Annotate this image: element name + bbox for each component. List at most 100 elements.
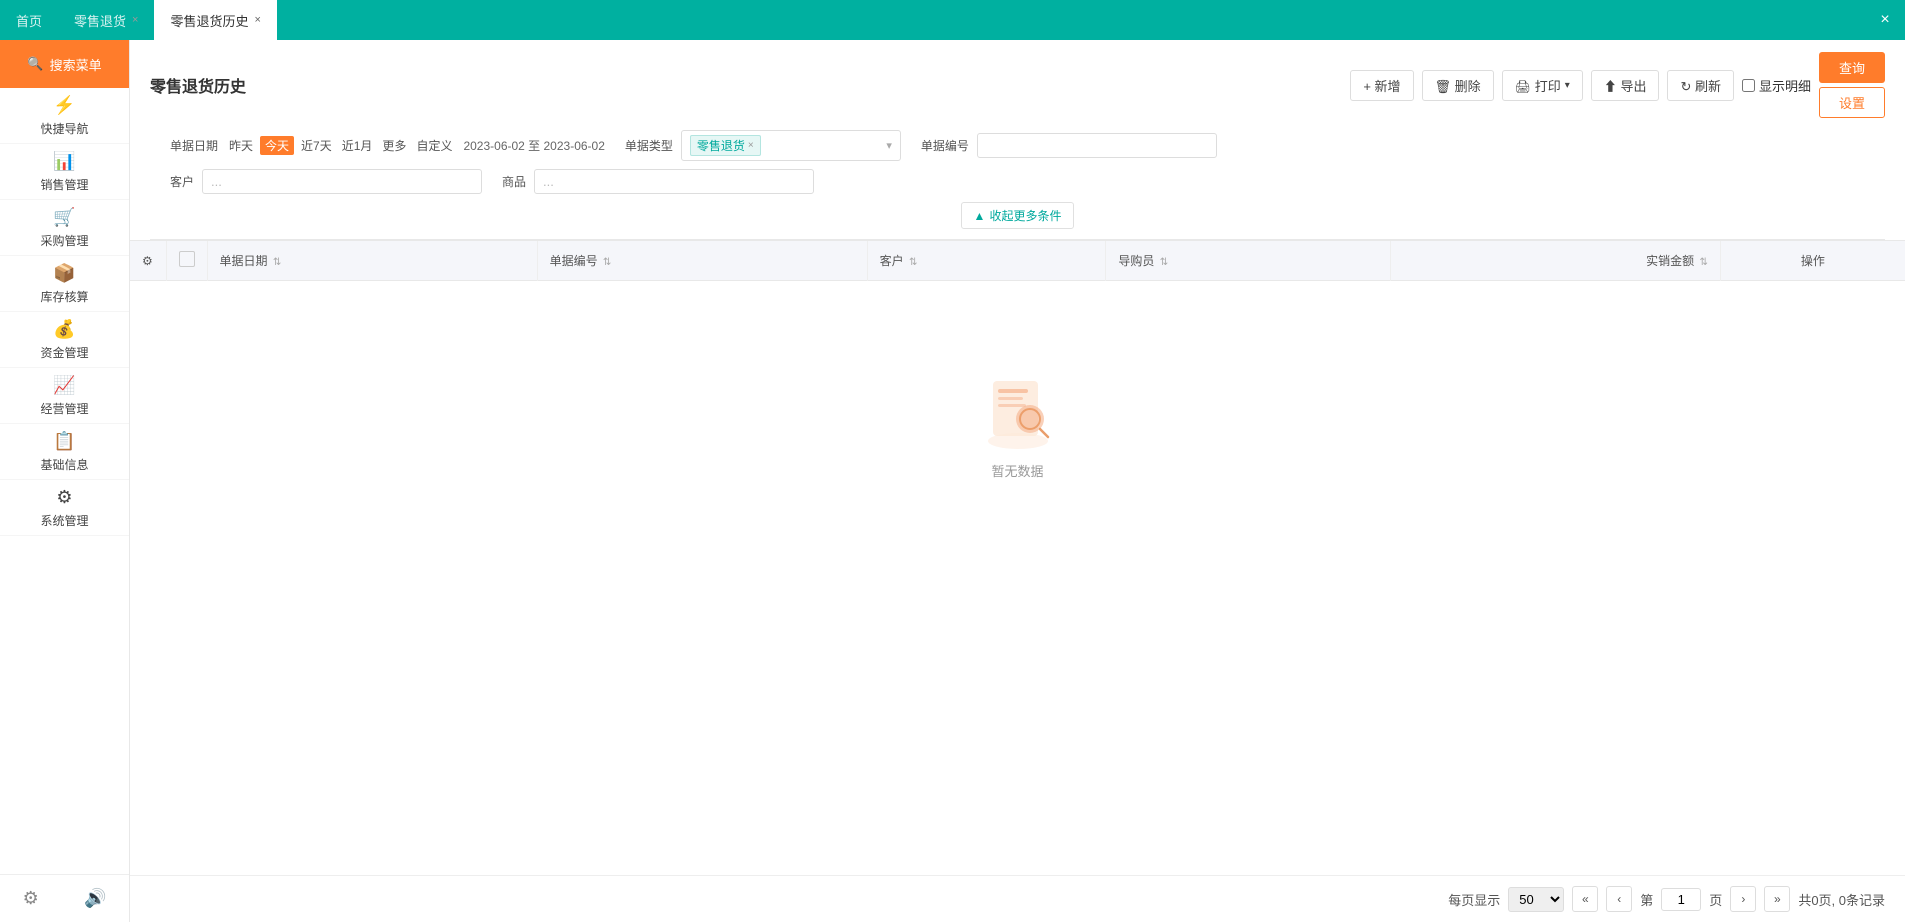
select-all-checkbox[interactable] bbox=[179, 251, 195, 267]
first-page-button[interactable]: « bbox=[1572, 886, 1598, 912]
date-btn-more[interactable]: 更多 bbox=[379, 136, 409, 155]
nav-icon-basic-info: 📋 bbox=[53, 431, 75, 452]
nav-icon-system-mgmt: ⚙ bbox=[56, 487, 72, 508]
date-btn-today[interactable]: 今天 bbox=[260, 136, 294, 155]
refresh-button[interactable]: ↻ 刷新 bbox=[1667, 70, 1734, 101]
sidebar-item-operations[interactable]: 📈 经营管理 bbox=[0, 368, 129, 424]
tab-close-retail-return[interactable]: × bbox=[132, 14, 138, 26]
empty-text: 暂无数据 bbox=[991, 461, 1043, 480]
volume-icon[interactable]: 🔊 bbox=[84, 888, 106, 909]
refresh-label: ↻ 刷新 bbox=[1680, 76, 1721, 95]
nav-icon-operations: 📈 bbox=[53, 375, 75, 396]
doc-type-select[interactable]: 零售退货 × ▾ bbox=[681, 130, 901, 161]
sidebar-item-purchase-mgmt[interactable]: 🛒 采购管理 bbox=[0, 200, 129, 256]
nav-icon-inventory: 📦 bbox=[53, 263, 75, 284]
page-input[interactable] bbox=[1661, 888, 1701, 911]
query-button[interactable]: 查询 bbox=[1819, 52, 1885, 83]
customer-filter: 客户 bbox=[170, 169, 482, 194]
nav-icon-quick-nav: ⚡ bbox=[53, 95, 75, 116]
doc-type-filter: 单据类型 零售退货 × ▾ bbox=[625, 130, 901, 161]
show-detail-label: 显示明细 bbox=[1759, 76, 1811, 95]
empty-state: 暂无数据 bbox=[130, 281, 1905, 560]
doc-type-chevron-icon: ▾ bbox=[886, 139, 892, 152]
window-close-button[interactable]: × bbox=[1865, 0, 1905, 40]
export-label: ⬆ 导出 bbox=[1604, 76, 1647, 95]
tab-retail-return[interactable]: 零售退货× bbox=[58, 0, 154, 40]
doc-type-tag-text: 零售退货 bbox=[697, 137, 745, 154]
setting-button[interactable]: 设置 bbox=[1819, 87, 1885, 118]
sidebar-item-system-mgmt[interactable]: ⚙系统管理 bbox=[0, 480, 129, 536]
nav-label-finance: 资金管理 bbox=[40, 344, 88, 361]
export-button[interactable]: ⬆ 导出 bbox=[1591, 70, 1660, 101]
date-btn-last7[interactable]: 近7天 bbox=[298, 136, 335, 155]
tab-home[interactable]: 首页 bbox=[0, 0, 58, 40]
search-menu-label: 搜索菜单 bbox=[50, 55, 102, 74]
th-guide-label: 导购员 bbox=[1118, 254, 1154, 268]
filter-row-1: 单据日期 昨天今天近7天近1月更多自定义 2023-06-02 至 2023-0… bbox=[170, 130, 1865, 161]
date-filter: 单据日期 昨天今天近7天近1月更多自定义 2023-06-02 至 2023-0… bbox=[170, 136, 605, 155]
customer-sort-icon[interactable]: ⇅ bbox=[909, 257, 917, 268]
date-btn-last_month[interactable]: 近1月 bbox=[339, 136, 376, 155]
content-area: 零售退货历史 + 新增 🗑 删除 🖨 打印 ▾ ⬆ 导出 bbox=[130, 40, 1905, 922]
nav-icon-purchase-mgmt: 🛒 bbox=[53, 207, 75, 228]
doc-number-filter: 单据编号 bbox=[921, 133, 1217, 158]
nav-label-operations: 经营管理 bbox=[40, 400, 88, 417]
doc-number-sort-icon[interactable]: ⇅ bbox=[603, 257, 611, 268]
amount-sort-icon[interactable]: ⇅ bbox=[1699, 257, 1707, 268]
tab-retail-return-history[interactable]: 零售退货历史× bbox=[154, 0, 276, 40]
sidebar-item-sales-mgmt[interactable]: 📊销售管理 bbox=[0, 144, 129, 200]
print-button[interactable]: 🖨 打印 ▾ bbox=[1502, 70, 1583, 101]
next-page-button[interactable]: › bbox=[1730, 886, 1756, 912]
nav-label-quick-nav: 快捷导航 bbox=[40, 120, 88, 137]
th-settings[interactable]: ⚙ bbox=[130, 241, 166, 281]
guide-sort-icon[interactable]: ⇅ bbox=[1160, 257, 1168, 268]
page-header: 零售退货历史 + 新增 🗑 删除 🖨 打印 ▾ ⬆ 导出 bbox=[130, 40, 1905, 241]
top-bar: 首页零售退货×零售退货历史× × bbox=[0, 0, 1905, 40]
th-guide: 导购员 ⇅ bbox=[1106, 241, 1390, 281]
page-label: 第 bbox=[1640, 890, 1653, 909]
delete-label: 🗑 删除 bbox=[1435, 76, 1481, 95]
page-title-row: 零售退货历史 + 新增 🗑 删除 🖨 打印 ▾ ⬆ 导出 bbox=[150, 52, 1885, 118]
pagination-summary: 共0页, 0条记录 bbox=[1798, 890, 1885, 909]
sidebar-item-quick-nav[interactable]: ⚡ 快捷导航 bbox=[0, 88, 129, 144]
delete-button[interactable]: 🗑 删除 bbox=[1422, 70, 1494, 101]
sidebar: 🔍 搜索菜单 ⚡ 快捷导航 📊销售管理 🛒 采购管理 📦 库存核算 💰资金管理 📈 经营管理 📋基础… bbox=[0, 40, 130, 922]
show-detail-checkbox[interactable] bbox=[1742, 79, 1755, 92]
prev-page-button[interactable]: ‹ bbox=[1606, 886, 1632, 912]
customer-input[interactable] bbox=[202, 169, 482, 194]
doc-type-tag-close[interactable]: × bbox=[748, 140, 754, 151]
query-setting-group: 查询 设置 bbox=[1819, 52, 1885, 118]
sidebar-item-inventory[interactable]: 📦 库存核算 bbox=[0, 256, 129, 312]
search-menu-button[interactable]: 🔍 搜索菜单 bbox=[0, 40, 129, 88]
doc-type-tag: 零售退货 × bbox=[690, 135, 761, 156]
date-buttons: 昨天今天近7天近1月更多自定义 bbox=[226, 136, 455, 155]
search-icon: 🔍 bbox=[27, 56, 43, 72]
show-detail-checkbox-label[interactable]: 显示明细 bbox=[1742, 76, 1811, 95]
collapse-up-icon: ▲ bbox=[974, 209, 986, 223]
header-actions: + 新增 🗑 删除 🖨 打印 ▾ ⬆ 导出 ↻ 刷新 bbox=[1350, 52, 1885, 118]
nav-label-inventory: 库存核算 bbox=[40, 288, 88, 305]
new-button[interactable]: + 新增 bbox=[1350, 70, 1413, 101]
doc-type-label: 单据类型 bbox=[625, 137, 673, 154]
sidebar-item-basic-info[interactable]: 📋基础信息 bbox=[0, 424, 129, 480]
doc-date-sort-icon[interactable]: ⇅ bbox=[273, 257, 281, 268]
main-layout: 🔍 搜索菜单 ⚡ 快捷导航 📊销售管理 🛒 采购管理 📦 库存核算 💰资金管理 📈 经营管理 📋基础… bbox=[0, 40, 1905, 922]
per-page-select[interactable]: 50 10 20 100 bbox=[1508, 887, 1564, 912]
customer-label: 客户 bbox=[170, 173, 194, 190]
goods-input[interactable] bbox=[534, 169, 814, 194]
sidebar-item-finance[interactable]: 💰资金管理 bbox=[0, 312, 129, 368]
th-checkbox[interactable] bbox=[166, 241, 207, 281]
date-btn-yesterday[interactable]: 昨天 bbox=[226, 136, 256, 155]
last-page-button[interactable]: » bbox=[1764, 886, 1790, 912]
new-label: + 新增 bbox=[1363, 76, 1400, 95]
collapse-button[interactable]: ▲ 收起更多条件 bbox=[961, 202, 1075, 229]
doc-number-input[interactable] bbox=[977, 133, 1217, 158]
tab-close-retail-return-history[interactable]: × bbox=[254, 14, 260, 26]
tab-bar: 首页零售退货×零售退货历史× bbox=[0, 0, 1865, 40]
date-btn-custom[interactable]: 自定义 bbox=[413, 136, 455, 155]
query-label: 查询 bbox=[1839, 61, 1865, 76]
filter-area: 单据日期 昨天今天近7天近1月更多自定义 2023-06-02 至 2023-0… bbox=[150, 130, 1885, 240]
goods-filter: 商品 bbox=[502, 169, 814, 194]
nav-label-purchase-mgmt: 采购管理 bbox=[40, 232, 88, 249]
settings-icon[interactable]: ⚙ bbox=[23, 888, 39, 909]
